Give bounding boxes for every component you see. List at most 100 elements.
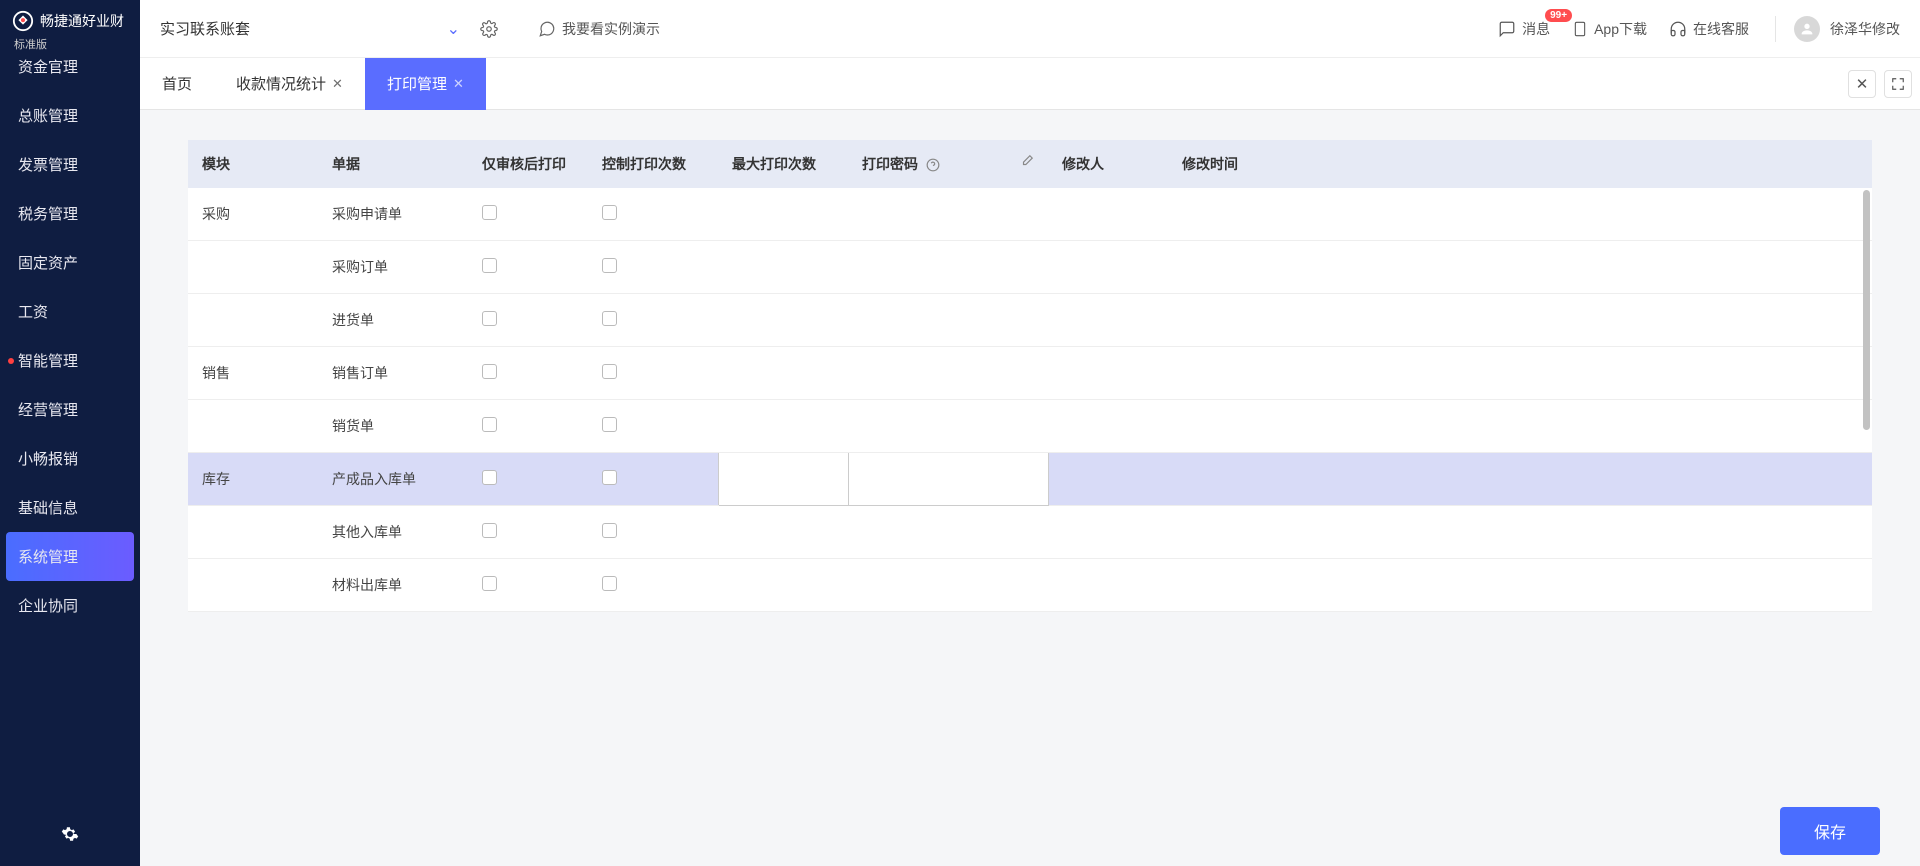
table-row[interactable]: 进货单 xyxy=(188,294,1872,347)
gear-icon xyxy=(480,20,498,38)
table-row[interactable]: 销售销售订单 xyxy=(188,347,1872,400)
top-right: 消息 99+ App下载 在线客服 徐泽华修改 xyxy=(1498,16,1900,42)
cell-pwd xyxy=(848,294,1048,347)
cell-time xyxy=(1168,347,1872,400)
cell-module: 销售 xyxy=(188,347,318,400)
scrollbar[interactable] xyxy=(1863,190,1870,430)
cell-modifier xyxy=(1048,559,1168,612)
table-row[interactable]: 销货单 xyxy=(188,400,1872,453)
checkbox[interactable] xyxy=(602,364,617,379)
tabs-bar: 首页 收款情况统计✕ 打印管理✕ ✕ xyxy=(140,58,1920,110)
cell-module: 库存 xyxy=(188,453,318,506)
checkbox[interactable] xyxy=(482,205,497,220)
app-download-button[interactable]: App下载 xyxy=(1572,19,1647,39)
checkbox[interactable] xyxy=(602,311,617,326)
tab-print-management[interactable]: 打印管理✕ xyxy=(365,58,486,110)
checkbox[interactable] xyxy=(602,417,617,432)
checkbox[interactable] xyxy=(602,576,617,591)
sidebar-item[interactable]: 工资 xyxy=(0,287,140,336)
sidebar-item[interactable]: 企业协同 xyxy=(0,581,140,630)
messages-button[interactable]: 消息 99+ xyxy=(1498,19,1550,39)
sidebar-item[interactable]: 基础信息 xyxy=(0,483,140,532)
checkbox[interactable] xyxy=(602,523,617,538)
brand-logo-icon xyxy=(12,10,34,32)
sidebar-item[interactable]: 固定资产 xyxy=(0,238,140,287)
settings-button[interactable] xyxy=(0,815,140,856)
online-service-button[interactable]: 在线客服 xyxy=(1669,19,1749,39)
cell-audit xyxy=(468,347,588,400)
cell-module: 采购 xyxy=(188,188,318,241)
sidebar-item[interactable]: 资金官理 xyxy=(0,58,140,91)
cell-control xyxy=(588,453,718,506)
checkbox[interactable] xyxy=(482,523,497,538)
checkbox[interactable] xyxy=(602,205,617,220)
checkbox[interactable] xyxy=(482,258,497,273)
close-icon[interactable]: ✕ xyxy=(332,76,343,92)
main: 实习联系账套 ⌄ 我要看实例演示 消息 99+ xyxy=(140,0,1920,866)
cell-time xyxy=(1168,294,1872,347)
cell-max xyxy=(718,559,848,612)
checkbox[interactable] xyxy=(482,470,497,485)
col-document: 单据 xyxy=(318,140,468,188)
checkbox[interactable] xyxy=(482,311,497,326)
close-all-tabs-button[interactable]: ✕ xyxy=(1848,70,1876,98)
checkbox[interactable] xyxy=(602,470,617,485)
sidebar-item[interactable]: 小畅报销 xyxy=(0,434,140,483)
tab-receipt-stats[interactable]: 收款情况统计✕ xyxy=(214,58,365,110)
checkbox[interactable] xyxy=(482,364,497,379)
messages-badge: 99+ xyxy=(1545,9,1572,22)
sidebar-item[interactable]: 经营管理 xyxy=(0,385,140,434)
cell-control xyxy=(588,400,718,453)
cell-control xyxy=(588,559,718,612)
cell-max xyxy=(718,400,848,453)
save-button[interactable]: 保存 xyxy=(1780,807,1880,855)
cell-document: 产成品入库单 xyxy=(318,453,468,506)
cell-pwd-input[interactable] xyxy=(848,453,1048,506)
cell-pwd xyxy=(848,188,1048,241)
fullscreen-button[interactable] xyxy=(1884,70,1912,98)
close-icon[interactable]: ✕ xyxy=(453,76,464,92)
print-settings-table: 模块 单据 仅审核后打印 控制打印次数 最大打印次数 打印密码 修改人 xyxy=(188,140,1872,612)
sidebar-item[interactable]: 税务管理 xyxy=(0,189,140,238)
cell-control xyxy=(588,294,718,347)
cell-document: 销售订单 xyxy=(318,347,468,400)
cell-pwd xyxy=(848,506,1048,559)
checkbox[interactable] xyxy=(482,576,497,591)
cell-document: 采购订单 xyxy=(318,241,468,294)
checkbox[interactable] xyxy=(482,417,497,432)
brand-edition: 标准版 xyxy=(0,36,140,58)
cell-document: 进货单 xyxy=(318,294,468,347)
cell-document: 其他入库单 xyxy=(318,506,468,559)
table-row[interactable]: 采购订单 xyxy=(188,241,1872,294)
sidebar-item[interactable]: 总账管理 xyxy=(0,91,140,140)
tenant-select[interactable]: 实习联系账套 ⌄ xyxy=(160,18,460,39)
cell-audit xyxy=(468,506,588,559)
sidebar-item[interactable]: 系统管理 xyxy=(6,532,134,581)
cell-module xyxy=(188,400,318,453)
tenant-settings-button[interactable] xyxy=(480,20,498,38)
col-control-count: 控制打印次数 xyxy=(588,140,718,188)
cell-module xyxy=(188,241,318,294)
table-row[interactable]: 其他入库单 xyxy=(188,506,1872,559)
cell-max xyxy=(718,294,848,347)
cell-modifier xyxy=(1048,241,1168,294)
table-row[interactable]: 采购采购申请单 xyxy=(188,188,1872,241)
cell-time xyxy=(1168,188,1872,241)
footer-bar: 保存 xyxy=(140,796,1920,866)
cell-max-input[interactable] xyxy=(718,453,848,506)
col-audit-only: 仅审核后打印 xyxy=(468,140,588,188)
sidebar-item[interactable]: 智能管理 xyxy=(0,336,140,385)
edit-column-button[interactable] xyxy=(1020,154,1034,171)
help-icon[interactable] xyxy=(926,158,940,172)
checkbox[interactable] xyxy=(602,258,617,273)
tenant-name: 实习联系账套 xyxy=(160,18,250,39)
close-icon: ✕ xyxy=(1856,75,1869,93)
user-menu[interactable]: 徐泽华修改 xyxy=(1775,16,1900,42)
table-row[interactable]: 库存产成品入库单 xyxy=(188,453,1872,506)
table-row[interactable]: 材料出库单 xyxy=(188,559,1872,612)
sidebar-item[interactable]: 发票管理 xyxy=(0,140,140,189)
avatar xyxy=(1794,16,1820,42)
demo-link[interactable]: 我要看实例演示 xyxy=(538,19,660,39)
tab-home[interactable]: 首页 xyxy=(140,58,214,110)
cell-pwd xyxy=(848,559,1048,612)
